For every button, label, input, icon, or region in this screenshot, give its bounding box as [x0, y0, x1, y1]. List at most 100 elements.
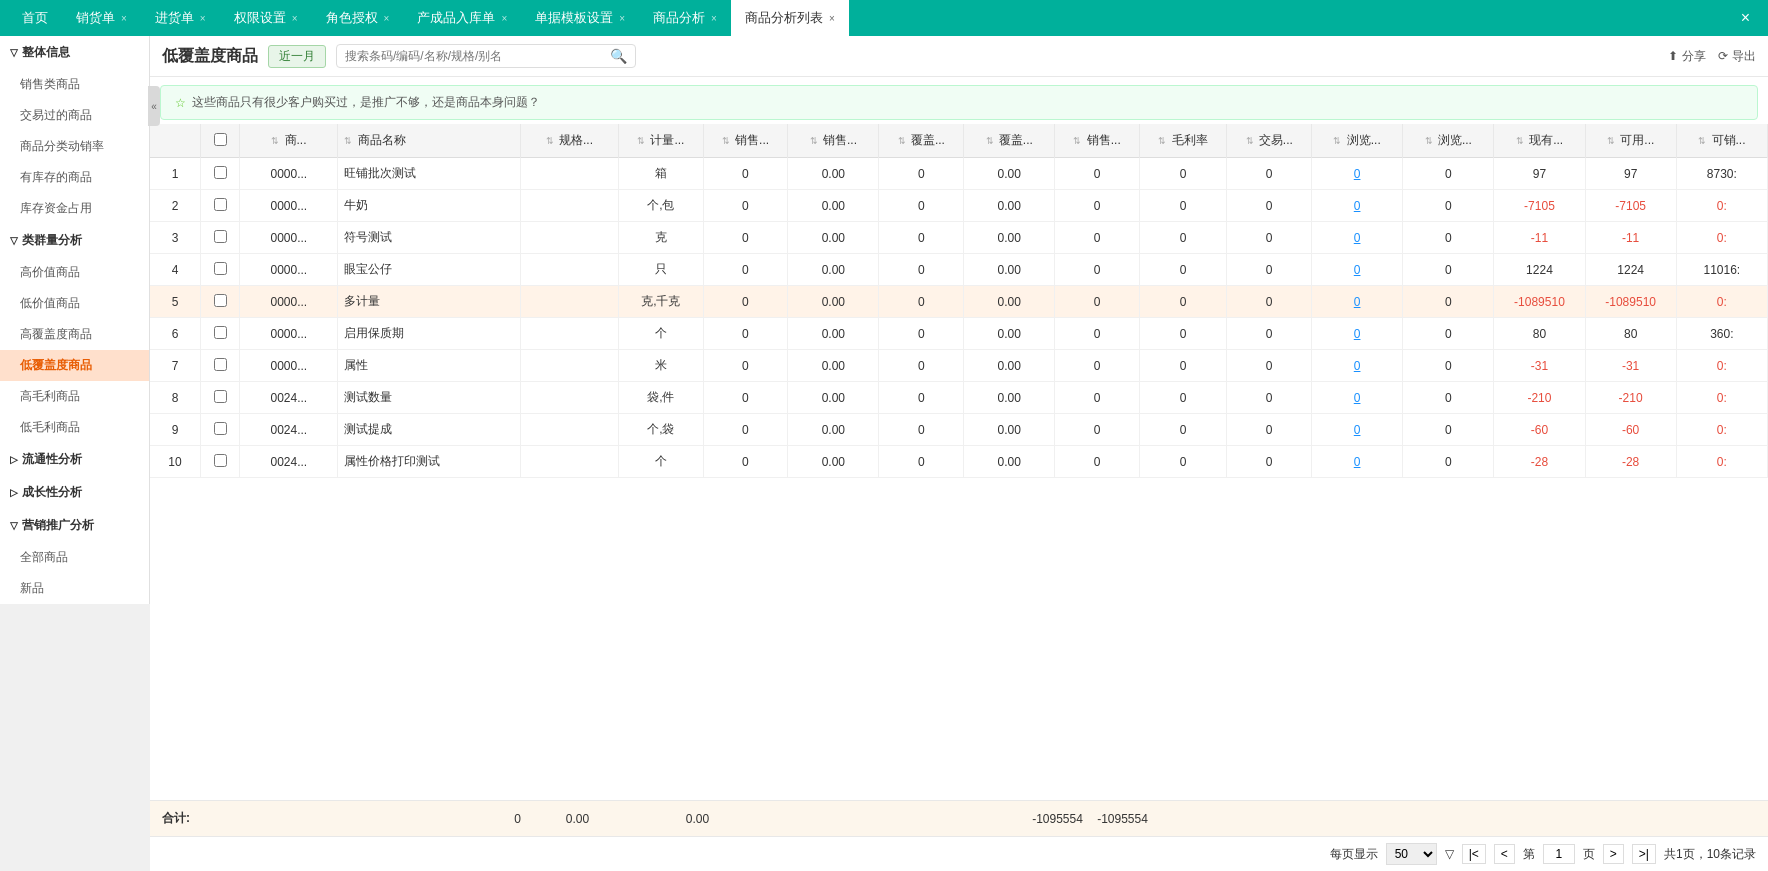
- sidebar-item-high-margin[interactable]: 高毛利商品: [0, 381, 149, 412]
- sidebar-item-all-goods[interactable]: 全部商品: [0, 542, 149, 573]
- page-size-select[interactable]: 50 100: [1386, 843, 1437, 865]
- th-sales-count[interactable]: ⇅ 销售...: [703, 124, 788, 158]
- row-checkbox-9[interactable]: [214, 454, 227, 467]
- nav-product-analysis[interactable]: 商品分析 ×: [639, 0, 731, 36]
- th-sales3[interactable]: ⇅ 销售...: [1055, 124, 1140, 158]
- first-page-button[interactable]: |<: [1462, 844, 1486, 864]
- th-available[interactable]: ⇅ 可用...: [1585, 124, 1676, 158]
- row-checkbox-2[interactable]: [214, 230, 227, 243]
- cell-browse1[interactable]: 0: [1312, 414, 1403, 446]
- sidebar-item-new-goods[interactable]: 新品: [0, 573, 149, 604]
- sidebar-item-sales-goods[interactable]: 销售类商品: [0, 69, 149, 100]
- th-saleable[interactable]: ⇅ 可销...: [1676, 124, 1767, 158]
- sidebar-item-high-coverage[interactable]: 高覆盖度商品: [0, 319, 149, 350]
- nav-role-auth[interactable]: 角色授权 ×: [312, 0, 404, 36]
- nav-close-auth-settings[interactable]: ×: [292, 13, 298, 24]
- nav-close-template-settings[interactable]: ×: [619, 13, 625, 24]
- th-browse1[interactable]: ⇅ 浏览...: [1312, 124, 1403, 158]
- cell-available: -31: [1585, 350, 1676, 382]
- row-checkbox-4[interactable]: [214, 294, 227, 307]
- row-checkbox-8[interactable]: [214, 422, 227, 435]
- cell-check[interactable]: [200, 350, 239, 382]
- th-name[interactable]: ⇅ 商品名称: [338, 124, 520, 158]
- cell-browse1[interactable]: 0: [1312, 222, 1403, 254]
- th-gross[interactable]: ⇅ 毛利率: [1139, 124, 1226, 158]
- nav-product-analysis-list[interactable]: 商品分析列表 ×: [731, 0, 849, 36]
- cell-check[interactable]: [200, 158, 239, 190]
- nav-template-settings[interactable]: 单据模板设置 ×: [521, 0, 639, 36]
- cell-check[interactable]: [200, 222, 239, 254]
- th-sales-amount[interactable]: ⇅ 销售...: [788, 124, 879, 158]
- row-checkbox-3[interactable]: [214, 262, 227, 275]
- nav-close-sales-order[interactable]: ×: [121, 13, 127, 24]
- sidebar-section-growth[interactable]: ▷ 成长性分析: [0, 476, 149, 509]
- export-button[interactable]: ⟳ 导出: [1718, 48, 1756, 65]
- sidebar-section-cluster[interactable]: ▽ 类群量分析: [0, 224, 149, 257]
- nav-sales-order[interactable]: 销货单 ×: [62, 0, 141, 36]
- sidebar-item-in-stock[interactable]: 有库存的商品: [0, 162, 149, 193]
- sidebar-item-high-value[interactable]: 高价值商品: [0, 257, 149, 288]
- last-page-button[interactable]: >|: [1632, 844, 1656, 864]
- cell-browse1[interactable]: 0: [1312, 446, 1403, 478]
- nav-close-role-auth[interactable]: ×: [384, 13, 390, 24]
- cell-browse1[interactable]: 0: [1312, 286, 1403, 318]
- cell-browse1[interactable]: 0: [1312, 254, 1403, 286]
- nav-close-finished-goods[interactable]: ×: [501, 13, 507, 24]
- cell-check[interactable]: [200, 414, 239, 446]
- cell-check[interactable]: [200, 318, 239, 350]
- sidebar-item-inventory-capital[interactable]: 库存资金占用: [0, 193, 149, 224]
- next-page-button[interactable]: >: [1603, 844, 1624, 864]
- th-unit[interactable]: ⇅ 计量...: [618, 124, 703, 158]
- cell-browse1[interactable]: 0: [1312, 350, 1403, 382]
- sidebar-item-low-coverage[interactable]: 低覆盖度商品: [0, 350, 149, 381]
- row-checkbox-7[interactable]: [214, 390, 227, 403]
- page-number-input[interactable]: [1543, 844, 1575, 864]
- cell-sales-amount: 0.00: [788, 158, 879, 190]
- select-all-checkbox[interactable]: [214, 133, 227, 146]
- cell-check[interactable]: [200, 382, 239, 414]
- th-cover2[interactable]: ⇅ 覆盖...: [964, 124, 1055, 158]
- cell-browse1[interactable]: 0: [1312, 158, 1403, 190]
- nav-purchase[interactable]: 进货单 ×: [141, 0, 220, 36]
- th-browse2[interactable]: ⇅ 浏览...: [1403, 124, 1494, 158]
- cell-browse2: 0: [1403, 382, 1494, 414]
- cell-browse1[interactable]: 0: [1312, 318, 1403, 350]
- cell-check[interactable]: [200, 254, 239, 286]
- nav-close-purchase[interactable]: ×: [200, 13, 206, 24]
- row-checkbox-1[interactable]: [214, 198, 227, 211]
- sidebar-item-category-rate[interactable]: 商品分类动销率: [0, 131, 149, 162]
- sidebar-item-low-value[interactable]: 低价值商品: [0, 288, 149, 319]
- cell-browse1[interactable]: 0: [1312, 382, 1403, 414]
- cell-check[interactable]: [200, 286, 239, 318]
- nav-close-product-analysis[interactable]: ×: [711, 13, 717, 24]
- sidebar-collapse-button[interactable]: «: [148, 86, 160, 126]
- sort-current-icon: ⇅: [1516, 136, 1524, 146]
- sidebar-section-overall[interactable]: ▽ 整体信息: [0, 36, 149, 69]
- date-range-button[interactable]: 近一月: [268, 45, 326, 68]
- cell-browse1[interactable]: 0: [1312, 190, 1403, 222]
- th-spec[interactable]: ⇅ 规格...: [520, 124, 618, 158]
- th-cover1[interactable]: ⇅ 覆盖...: [879, 124, 964, 158]
- row-checkbox-6[interactable]: [214, 358, 227, 371]
- th-current[interactable]: ⇅ 现有...: [1494, 124, 1585, 158]
- nav-close-all-btn[interactable]: ×: [1731, 9, 1760, 27]
- nav-auth-settings[interactable]: 权限设置 ×: [220, 0, 312, 36]
- sidebar-section-marketing[interactable]: ▽ 营销推广分析: [0, 509, 149, 542]
- prev-page-button[interactable]: <: [1494, 844, 1515, 864]
- sidebar-section-circulation[interactable]: ▷ 流通性分析: [0, 443, 149, 476]
- th-trade[interactable]: ⇅ 交易...: [1227, 124, 1312, 158]
- cell-check[interactable]: [200, 446, 239, 478]
- row-checkbox-5[interactable]: [214, 326, 227, 339]
- row-checkbox-0[interactable]: [214, 166, 227, 179]
- share-button[interactable]: ⬆ 分享: [1668, 48, 1706, 65]
- sort-sales-amount-icon: ⇅: [810, 136, 818, 146]
- search-input[interactable]: [345, 49, 606, 63]
- th-code[interactable]: ⇅ 商...: [240, 124, 338, 158]
- cell-check[interactable]: [200, 190, 239, 222]
- sidebar-item-traded-goods[interactable]: 交易过的商品: [0, 100, 149, 131]
- nav-home[interactable]: 首页: [8, 0, 62, 36]
- total-sales-amount: 0.00: [545, 812, 610, 826]
- nav-finished-goods[interactable]: 产成品入库单 ×: [403, 0, 521, 36]
- nav-close-product-analysis-list[interactable]: ×: [829, 13, 835, 24]
- sidebar-item-low-margin[interactable]: 低毛利商品: [0, 412, 149, 443]
